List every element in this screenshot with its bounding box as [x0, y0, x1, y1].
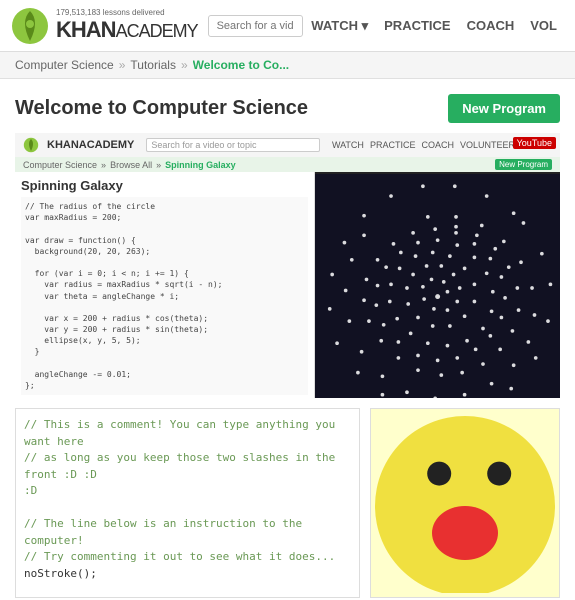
- top-navigation: 179,513,183 lessons delivered KHANACADEM…: [0, 0, 575, 52]
- breadcrumb-current: Welcome to Co...: [193, 58, 289, 72]
- logo-text: 179,513,183 lessons delivered KHANACADEM…: [56, 8, 198, 43]
- breadcrumb: Computer Science » Tutorials » Welcome t…: [0, 52, 575, 79]
- galaxy-svg: [315, 172, 560, 398]
- video-logo-name: KHANACADEMY: [47, 139, 134, 151]
- video-screenshot: KHANACADEMY Search for a video or topic …: [15, 133, 560, 398]
- new-program-button[interactable]: New Program: [448, 94, 560, 123]
- code-line-5: // The line below is an instruction to t…: [24, 516, 351, 549]
- video-body: Spinning Galaxy // The radius of the cir…: [15, 172, 560, 398]
- logo-tagline: 179,513,183 lessons delivered: [56, 8, 198, 17]
- spinning-galaxy-title: Spinning Galaxy: [21, 178, 308, 193]
- code-editor[interactable]: // This is a comment! You can type anyth…: [15, 408, 360, 598]
- nav-practice[interactable]: PRACTICE: [376, 12, 458, 39]
- breadcrumb-computer-science[interactable]: Computer Science: [15, 58, 114, 72]
- logo-leaf-icon: [10, 6, 50, 46]
- video-inner: KHANACADEMY Search for a video or topic …: [15, 133, 560, 398]
- page-header: Welcome to Computer Science New Program: [0, 79, 575, 133]
- code-line-1: // This is a comment! You can type anyth…: [24, 417, 351, 450]
- canvas-preview: [370, 408, 560, 598]
- code-line-3: :D: [24, 483, 351, 500]
- video-left-panel: Spinning Galaxy // The radius of the cir…: [15, 172, 315, 398]
- search-bar[interactable]: [208, 15, 304, 37]
- logo-area[interactable]: 179,513,183 lessons delivered KHANACADEM…: [10, 6, 198, 46]
- code-line-6: // Try commenting it out to see what it …: [24, 549, 351, 566]
- youtube-badge: YouTube: [513, 137, 556, 149]
- search-input[interactable]: [208, 15, 304, 37]
- nav-watch[interactable]: WATCH ▾: [303, 12, 376, 40]
- nav-coach[interactable]: COACH: [459, 12, 523, 39]
- video-container[interactable]: KHANACADEMY Search for a video or topic …: [15, 133, 560, 398]
- nav-volunteer[interactable]: VOL: [522, 12, 565, 39]
- code-line-2: // as long as you keep those two slashes…: [24, 450, 351, 483]
- breadcrumb-tutorials[interactable]: Tutorials: [130, 58, 176, 72]
- canvas-svg: [375, 413, 555, 593]
- video-canvas-panel: [315, 172, 560, 398]
- page-title: Welcome to Computer Science: [15, 97, 308, 120]
- editor-area: // This is a comment! You can type anyth…: [15, 408, 560, 598]
- nav-links: WATCH ▾ PRACTICE COACH VOL: [303, 12, 565, 40]
- code-line-7: noStroke();: [24, 566, 351, 583]
- video-logo-leaf-icon: [23, 137, 39, 153]
- video-top-bar: KHANACADEMY Search for a video or topic …: [15, 133, 560, 157]
- logo-name: KHANACADEMY: [56, 17, 198, 43]
- video-code-block: // The radius of the circle var maxRadiu…: [21, 197, 308, 395]
